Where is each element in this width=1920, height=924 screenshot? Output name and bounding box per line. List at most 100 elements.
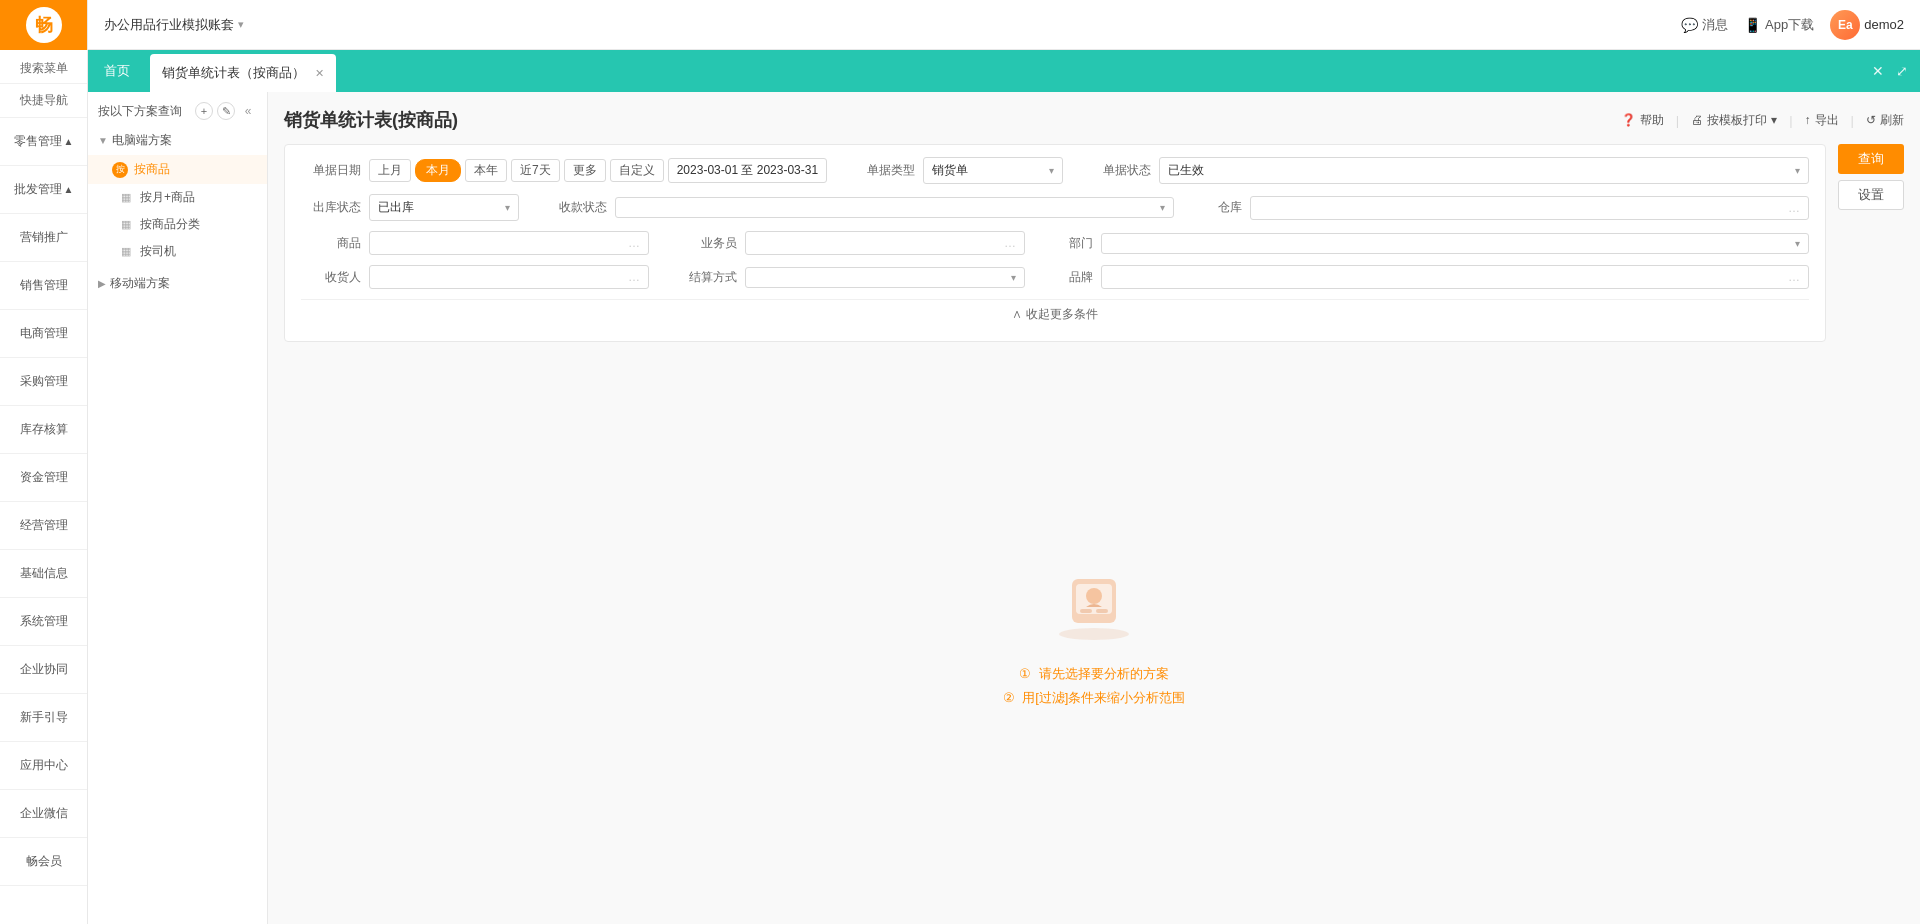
tip2-number: ② xyxy=(1003,690,1015,705)
filter-section: 单据日期 上月 本月 本年 近7天 更多 自定义 2023-03-01 至 20… xyxy=(284,144,1826,342)
sidebar-item-label-retail: 零售管理 xyxy=(14,133,62,150)
app-download-action[interactable]: 📱 App下载 xyxy=(1744,16,1814,34)
avatar: Ea xyxy=(1830,10,1860,40)
app-logo: 畅 xyxy=(0,0,87,50)
doc-type-select[interactable]: 销货单 ▾ xyxy=(923,157,1063,184)
settings-button[interactable]: 设置 xyxy=(1838,180,1904,210)
sidebar-item-wholesale[interactable]: 批发管理▲ xyxy=(0,166,87,214)
sidebar-item-label-wholesale: 批发管理 xyxy=(14,181,62,198)
brand-input[interactable]: … xyxy=(1101,265,1809,289)
filter-row-4: 收货人 … 结算方式 ▾ 品牌 … xyxy=(301,265,1809,289)
sidebar-item-retail[interactable]: 零售管理▲ xyxy=(0,118,87,166)
sidebar-item-inventory[interactable]: 库存核算 xyxy=(0,406,87,454)
date-preset-this-year[interactable]: 本年 xyxy=(465,159,507,182)
page-title-row: 销货单统计表(按商品) ❓ 帮助 | 🖨 按模板打印 ▾ | ↑ xyxy=(284,108,1904,132)
dept-label: 部门 xyxy=(1053,235,1093,252)
user-profile[interactable]: Ea demo2 xyxy=(1830,10,1904,40)
scheme-sub-item-by-month-product[interactable]: ▦ 按月+商品 xyxy=(88,184,267,211)
out-status-label: 出库状态 xyxy=(301,199,361,216)
date-preset-7days[interactable]: 近7天 xyxy=(511,159,560,182)
print-icon: 🖨 xyxy=(1691,113,1703,127)
scheme-group-mobile-arrow-icon: ▶ xyxy=(98,278,106,289)
svg-point-3 xyxy=(1086,588,1102,604)
sidebar-item-label-marketing: 营销推广 xyxy=(20,229,68,246)
scheme-sub-item-label-1: 按月+商品 xyxy=(140,189,195,206)
scheme-sub-icon-2: ▦ xyxy=(118,218,134,231)
tab-home[interactable]: 首页 xyxy=(88,50,146,92)
scheme-sub-item-by-category[interactable]: ▦ 按商品分类 xyxy=(88,211,267,238)
sidebar-item-operations[interactable]: 经营管理 xyxy=(0,502,87,550)
sidebar-item-ecommerce[interactable]: 电商管理 xyxy=(0,310,87,358)
sidebar-item-member[interactable]: 畅会员 xyxy=(0,838,87,886)
sidebar-item-marketing[interactable]: 营销推广 xyxy=(0,214,87,262)
tab-home-label: 首页 xyxy=(104,62,130,80)
product-input[interactable]: … xyxy=(369,231,649,255)
scheme-group-desktop-title[interactable]: ▼ 电脑端方案 xyxy=(88,126,267,155)
payment-status-select[interactable]: ▾ xyxy=(615,197,1174,218)
sidebar-item-newbie[interactable]: 新手引导 xyxy=(0,694,87,742)
help-action[interactable]: ❓ 帮助 xyxy=(1621,112,1664,129)
sidebar-item-enterprise[interactable]: 企业协同 xyxy=(0,646,87,694)
sidebar-item-label-purchase: 采购管理 xyxy=(20,373,68,390)
right-content: 销货单统计表(按商品) ❓ 帮助 | 🖨 按模板打印 ▾ | ↑ xyxy=(268,92,1920,924)
refresh-label: 刷新 xyxy=(1880,112,1904,129)
export-label: 导出 xyxy=(1815,112,1839,129)
date-preset-this-month[interactable]: 本月 xyxy=(415,159,461,182)
date-preset-custom[interactable]: 自定义 xyxy=(610,159,664,182)
dept-select[interactable]: ▾ xyxy=(1101,233,1809,254)
tab-sales-report[interactable]: 销货单统计表（按商品） ✕ xyxy=(150,54,336,92)
doc-status-label: 单据状态 xyxy=(1091,162,1151,179)
sidebar-item-arrow-retail: ▲ xyxy=(64,136,74,147)
sidebar-item-appstore[interactable]: 应用中心 xyxy=(0,742,87,790)
date-range-text[interactable]: 2023-03-01 至 2023-03-31 xyxy=(668,158,827,183)
sidebar-item-purchase[interactable]: 采购管理 xyxy=(0,358,87,406)
scheme-header-label: 按以下方案查询 xyxy=(98,103,182,120)
search-menu-item[interactable]: 搜索菜单 xyxy=(0,50,87,84)
quick-nav-item[interactable]: 快捷导航 xyxy=(0,84,87,118)
export-action[interactable]: ↑ 导出 xyxy=(1805,112,1839,129)
date-preset-more[interactable]: 更多 xyxy=(564,159,606,182)
date-filter-group: 上月 本月 本年 近7天 更多 自定义 2023-03-01 至 2023-03… xyxy=(369,158,827,183)
doc-type-value: 销货单 xyxy=(932,162,968,179)
refresh-icon: ↺ xyxy=(1866,113,1876,127)
scheme-sub-item-by-scanner[interactable]: ▦ 按司机 xyxy=(88,238,267,265)
warehouse-label: 仓库 xyxy=(1202,199,1242,216)
scheme-collapse-btn[interactable]: « xyxy=(239,102,257,120)
sidebar-item-system[interactable]: 系统管理 xyxy=(0,598,87,646)
settlement-arrow-icon: ▾ xyxy=(1011,272,1016,283)
industry-name: 办公用品行业模拟账套 xyxy=(104,16,234,34)
doc-status-select[interactable]: 已生效 ▾ xyxy=(1159,157,1809,184)
print-arrow-icon: ▾ xyxy=(1771,113,1777,127)
print-action[interactable]: 🖨 按模板打印 ▾ xyxy=(1691,112,1777,129)
sidebar-item-corp-wechat[interactable]: 企业微信 xyxy=(0,790,87,838)
sidebar-item-basics[interactable]: 基础信息 xyxy=(0,550,87,598)
scheme-edit-btn[interactable]: ✎ xyxy=(217,102,235,120)
collapse-more-btn[interactable]: ∧ 收起更多条件 xyxy=(301,299,1809,329)
out-status-select[interactable]: 已出库 ▾ xyxy=(369,194,519,221)
industry-selector[interactable]: 办公用品行业模拟账套 ▾ xyxy=(104,16,244,34)
scheme-group-desktop-arrow-icon: ▼ xyxy=(98,135,108,146)
date-preset-last-month[interactable]: 上月 xyxy=(369,159,411,182)
query-button[interactable]: 查询 xyxy=(1838,144,1904,174)
sidebar-item-label-enterprise: 企业协同 xyxy=(20,661,68,678)
scheme-header-actions: + ✎ « xyxy=(195,102,257,120)
scheme-group-mobile: ▶ 移动端方案 xyxy=(88,269,267,298)
tab-expand-action[interactable]: ⤢ xyxy=(1892,59,1912,83)
settlement-select[interactable]: ▾ xyxy=(745,267,1025,288)
receiver-input[interactable]: … xyxy=(369,265,649,289)
scheme-item-by-product[interactable]: 按 按商品 xyxy=(88,155,267,184)
scheme-item-by-product-label: 按商品 xyxy=(134,161,170,178)
print-label: 按模板打印 xyxy=(1707,112,1767,129)
sidebar-item-sales[interactable]: 销售管理 xyxy=(0,262,87,310)
message-action[interactable]: 💬 消息 xyxy=(1681,16,1728,34)
tab-close-icon[interactable]: ✕ xyxy=(315,67,324,80)
sidebar-item-finance[interactable]: 资金管理 xyxy=(0,454,87,502)
sidebar-item-label-appstore: 应用中心 xyxy=(20,757,68,774)
warehouse-input[interactable]: … xyxy=(1250,196,1809,220)
tab-close-action[interactable]: ✕ xyxy=(1868,59,1888,83)
date-label: 单据日期 xyxy=(301,162,361,179)
refresh-action[interactable]: ↺ 刷新 xyxy=(1866,112,1904,129)
scheme-add-btn[interactable]: + xyxy=(195,102,213,120)
salesperson-input[interactable]: … xyxy=(745,231,1025,255)
scheme-group-mobile-title[interactable]: ▶ 移动端方案 xyxy=(88,269,267,298)
